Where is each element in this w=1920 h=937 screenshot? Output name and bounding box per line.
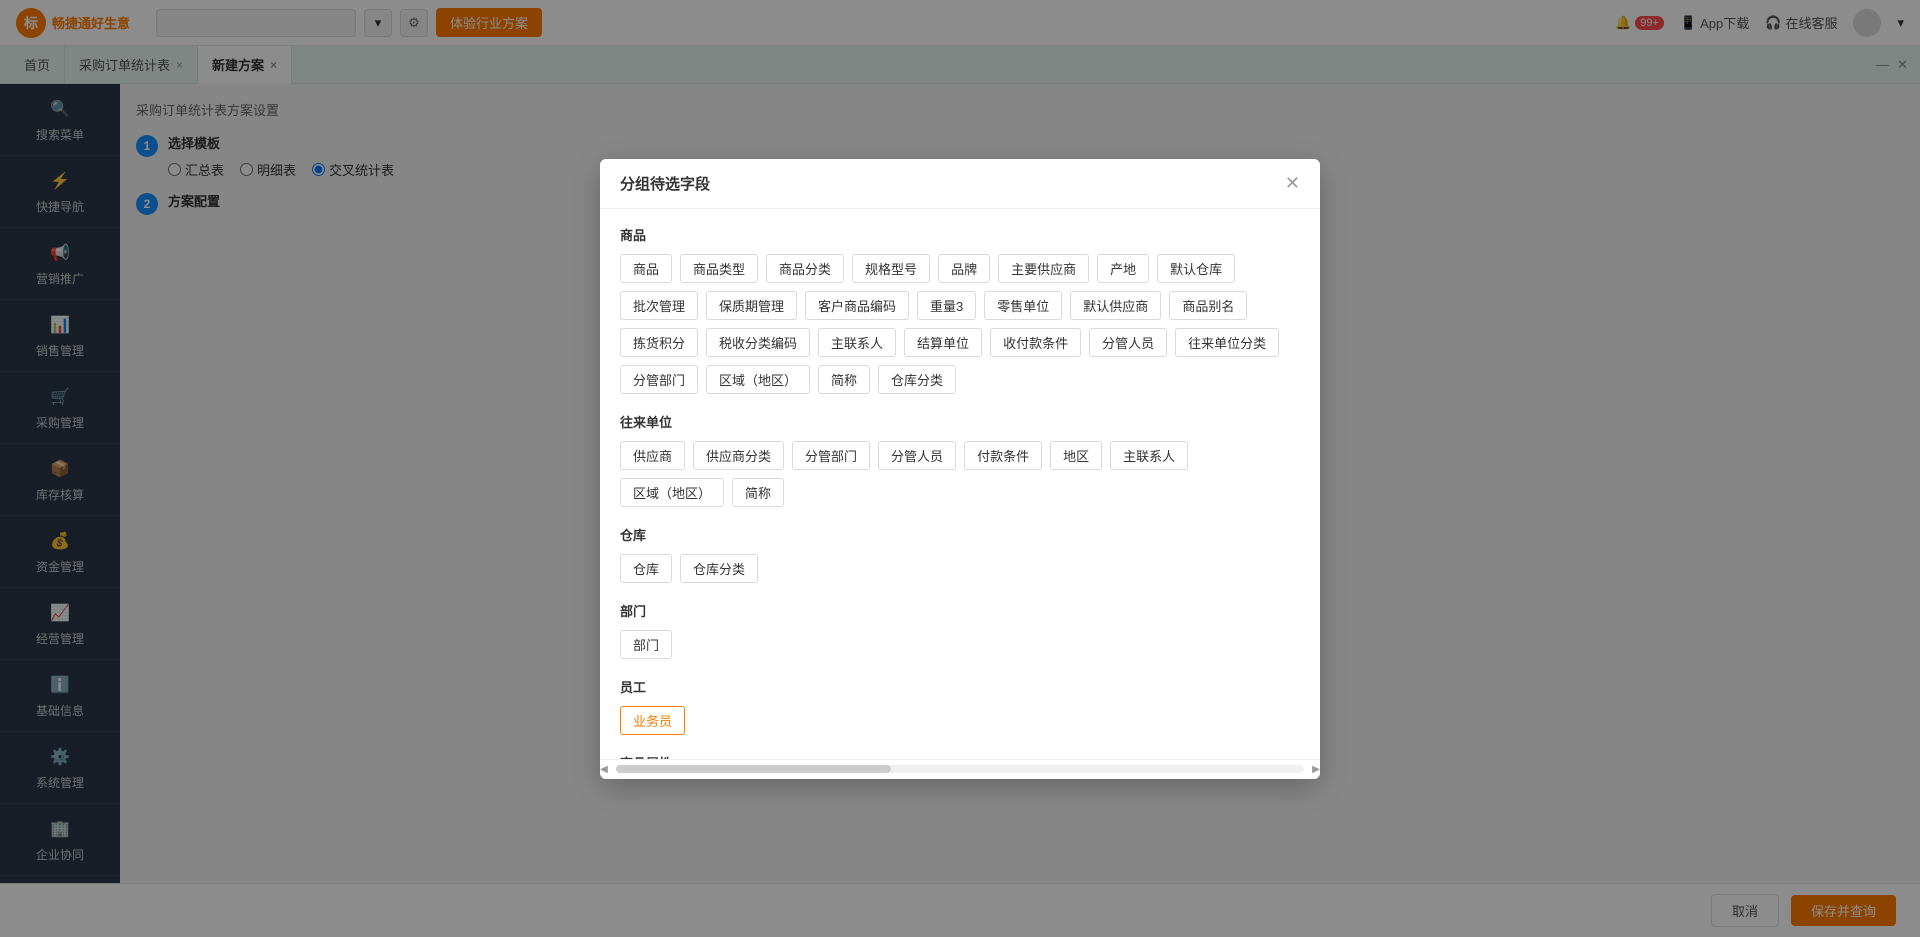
horizontal-scrollbar[interactable] — [616, 765, 1304, 773]
section-goods: 商品 商品 商品类型 商品分类 规格型号 品牌 主要供应商 产地 默认仓库 批次… — [620, 225, 1300, 394]
horizontal-scrollbar-thumb — [616, 765, 891, 773]
chip-tax-code[interactable]: 税收分类编码 — [706, 328, 810, 357]
chip-goods[interactable]: 商品 — [620, 254, 672, 283]
chip-main-supplier[interactable]: 主要供应商 — [998, 254, 1089, 283]
chip-warehouse[interactable]: 仓库 — [620, 554, 672, 583]
chip-warehouse-category[interactable]: 仓库分类 — [680, 554, 758, 583]
chip-brand[interactable]: 品牌 — [938, 254, 990, 283]
chip-payment-terms[interactable]: 收付款条件 — [990, 328, 1081, 357]
chip-customer-code[interactable]: 客户商品编码 — [805, 291, 909, 320]
section-partner-chips: 供应商 供应商分类 分管部门 分管人员 付款条件 地区 主联系人 区域（地区） … — [620, 441, 1300, 507]
chip-warehouse-cat[interactable]: 仓库分类 — [878, 365, 956, 394]
chip-default-supplier[interactable]: 默认供应商 — [1070, 291, 1161, 320]
chip-origin[interactable]: 产地 — [1097, 254, 1149, 283]
chip-abbr2[interactable]: 简称 — [732, 478, 784, 507]
chip-dept[interactable]: 部门 — [620, 630, 672, 659]
chip-default-warehouse[interactable]: 默认仓库 — [1157, 254, 1235, 283]
chip-area[interactable]: 地区 — [1050, 441, 1102, 470]
chip-retail-unit[interactable]: 零售单位 — [984, 291, 1062, 320]
chip-pick-points[interactable]: 拣货积分 — [620, 328, 698, 357]
modal-close-button[interactable]: ✕ — [1285, 174, 1300, 192]
chip-abbr[interactable]: 简称 — [818, 365, 870, 394]
modal-body[interactable]: 商品 商品 商品类型 商品分类 规格型号 品牌 主要供应商 产地 默认仓库 批次… — [600, 209, 1320, 759]
chip-goods-category[interactable]: 商品分类 — [766, 254, 844, 283]
scroll-left-btn[interactable]: ◀ — [600, 764, 608, 775]
chip-manage-staff[interactable]: 分管人员 — [878, 441, 956, 470]
chip-batch[interactable]: 批次管理 — [620, 291, 698, 320]
section-staff: 员工 业务员 — [620, 677, 1300, 735]
section-staff-chips: 业务员 — [620, 706, 1300, 735]
chip-goods-type[interactable]: 商品类型 — [680, 254, 758, 283]
modal-dialog: 分组待选字段 ✕ 商品 商品 商品类型 商品分类 规格型号 品牌 主要供应商 产… — [600, 159, 1320, 779]
scroll-right-btn[interactable]: ▶ — [1312, 764, 1320, 775]
section-warehouse-title: 仓库 — [620, 525, 1300, 544]
chip-supervisor[interactable]: 分管人员 — [1089, 328, 1167, 357]
section-goods-chips: 商品 商品类型 商品分类 规格型号 品牌 主要供应商 产地 默认仓库 批次管理 … — [620, 254, 1300, 394]
modal-header: 分组待选字段 ✕ — [600, 159, 1320, 209]
chip-shelf-life[interactable]: 保质期管理 — [706, 291, 797, 320]
modal-title: 分组待选字段 — [620, 173, 710, 194]
chip-dept-managed[interactable]: 分管部门 — [620, 365, 698, 394]
chip-settlement-unit[interactable]: 结算单位 — [904, 328, 982, 357]
section-goods-title: 商品 — [620, 225, 1300, 244]
chip-main-contact2[interactable]: 主联系人 — [1110, 441, 1188, 470]
chip-spec[interactable]: 规格型号 — [852, 254, 930, 283]
chip-region2[interactable]: 区域（地区） — [620, 478, 724, 507]
section-warehouse-chips: 仓库 仓库分类 — [620, 554, 1300, 583]
chip-payment-cond[interactable]: 付款条件 — [964, 441, 1042, 470]
chip-goods-alias[interactable]: 商品别名 — [1169, 291, 1247, 320]
section-partner: 往来单位 供应商 供应商分类 分管部门 分管人员 付款条件 地区 主联系人 区域… — [620, 412, 1300, 507]
section-dept-chips: 部门 — [620, 630, 1300, 659]
chip-salesperson[interactable]: 业务员 — [620, 706, 685, 735]
section-partner-title: 往来单位 — [620, 412, 1300, 431]
modal-overlay[interactable]: 分组待选字段 ✕ 商品 商品 商品类型 商品分类 规格型号 品牌 主要供应商 产… — [0, 0, 1920, 937]
chip-manage-dept[interactable]: 分管部门 — [792, 441, 870, 470]
chip-supplier-cat[interactable]: 供应商分类 — [693, 441, 784, 470]
chip-partner-category[interactable]: 往来单位分类 — [1175, 328, 1279, 357]
section-staff-title: 员工 — [620, 677, 1300, 696]
section-dept: 部门 部门 — [620, 601, 1300, 659]
section-dept-title: 部门 — [620, 601, 1300, 620]
section-warehouse: 仓库 仓库 仓库分类 — [620, 525, 1300, 583]
chip-main-contact[interactable]: 主联系人 — [818, 328, 896, 357]
modal-footer-scroll: ◀ ▶ — [600, 759, 1320, 779]
chip-region[interactable]: 区域（地区） — [706, 365, 810, 394]
chip-supplier[interactable]: 供应商 — [620, 441, 685, 470]
chip-weight3[interactable]: 重量3 — [917, 291, 976, 320]
